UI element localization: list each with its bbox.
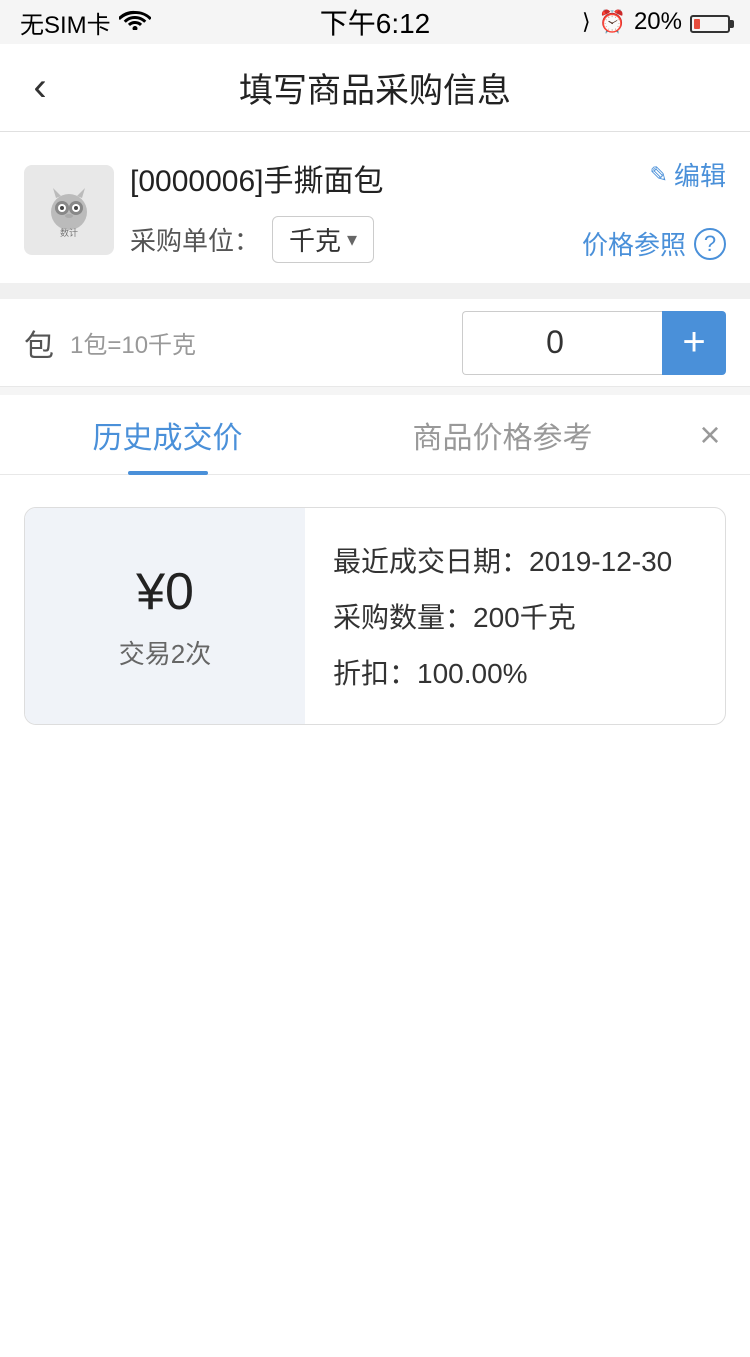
quantity-plus-button[interactable]: + [662,311,726,375]
back-icon: ‹ [33,65,46,110]
price-card-left: ¥0 交易2次 [25,508,305,724]
price-amount: ¥0 [136,562,194,622]
price-card: ¥0 交易2次 最近成交日期：2019-12-30 采购数量：200千克 折扣：… [24,507,726,725]
tab-close-button[interactable]: × [670,395,750,475]
back-button[interactable]: ‹ [0,44,80,132]
discount-label: 折扣： [333,658,417,689]
bottom-area [0,757,750,1357]
discount-value: 100.00% [417,658,528,689]
price-card-right: 最近成交日期：2019-12-30 采购数量：200千克 折扣：100.00% [305,508,725,724]
purchase-quantity-row: 采购数量：200千克 [333,596,697,636]
product-section: 数计 [0000006]手撕面包 采购单位： 千克 ▾ ✎ 编辑 [0,132,750,283]
recent-date-row: 最近成交日期：2019-12-30 [333,540,697,580]
status-right: ⟩ ⏰ 20% [582,8,730,36]
nav-bar: ‹ 填写商品采购信息 [0,44,750,132]
purchase-quantity-label: 采购数量： [333,602,473,633]
tabs-header: 历史成交价 商品价格参考 × [0,395,750,475]
edit-label: 编辑 [674,156,726,193]
discount-row: 折扣：100.00% [333,652,697,692]
tab-reference[interactable]: 商品价格参考 [335,395,670,475]
trade-count: 交易2次 [119,634,211,671]
edit-icon: ✎ [650,162,668,188]
status-time: 下午6:12 [320,2,431,42]
quantity-unit-hint: 1包=10千克 [70,325,196,360]
carrier-label: 无SIM卡 [20,5,111,40]
quantity-section: 包 1包=10千克 + [0,299,750,387]
quantity-unit-label: 包 [24,321,54,365]
wifi-icon [119,8,151,37]
recent-date-label: 最近成交日期： [333,546,529,577]
battery-percent: 20% [634,8,682,36]
battery-icon [690,8,730,36]
price-reference-button[interactable]: 价格参照 ? [582,225,726,262]
svg-text:数计: 数计 [60,227,78,238]
unit-dropdown[interactable]: 千克 ▾ [272,216,374,263]
tabs-panel: 历史成交价 商品价格参考 × ¥0 交易2次 最近成交日期：2019-12-30… [0,395,750,757]
help-icon: ? [694,228,726,260]
dropdown-arrow-icon: ▾ [347,227,357,252]
quantity-input[interactable] [462,311,662,375]
price-ref-label: 价格参照 [582,225,686,262]
close-icon: × [699,414,720,456]
product-thumbnail: 数计 [24,165,114,255]
product-info: [0000006]手撕面包 采购单位： 千克 ▾ [130,156,383,263]
tab-history[interactable]: 历史成交价 [0,395,335,475]
tab-reference-label: 商品价格参考 [413,413,593,457]
tab-content: ¥0 交易2次 最近成交日期：2019-12-30 采购数量：200千克 折扣：… [0,475,750,757]
plus-icon: + [682,320,705,365]
page-title: 填写商品采购信息 [239,63,511,112]
edit-button[interactable]: ✎ 编辑 [650,156,726,193]
section-divider [0,283,750,299]
recent-date-value: 2019-12-30 [529,546,672,577]
alarm-icon: ⏰ [599,9,626,35]
unit-label: 采购单位： [130,221,260,258]
product-image-placeholder: 数计 [34,175,104,245]
purchase-quantity-value: 200千克 [473,602,576,633]
tab-active-underline [128,471,208,475]
status-left: 无SIM卡 [20,5,151,40]
unit-value: 千克 [289,221,341,258]
product-name: [0000006]手撕面包 [130,156,383,200]
tab-history-label: 历史成交价 [93,413,243,457]
location-icon: ⟩ [582,9,591,35]
status-bar: 无SIM卡 下午6:12 ⟩ ⏰ 20% [0,0,750,44]
